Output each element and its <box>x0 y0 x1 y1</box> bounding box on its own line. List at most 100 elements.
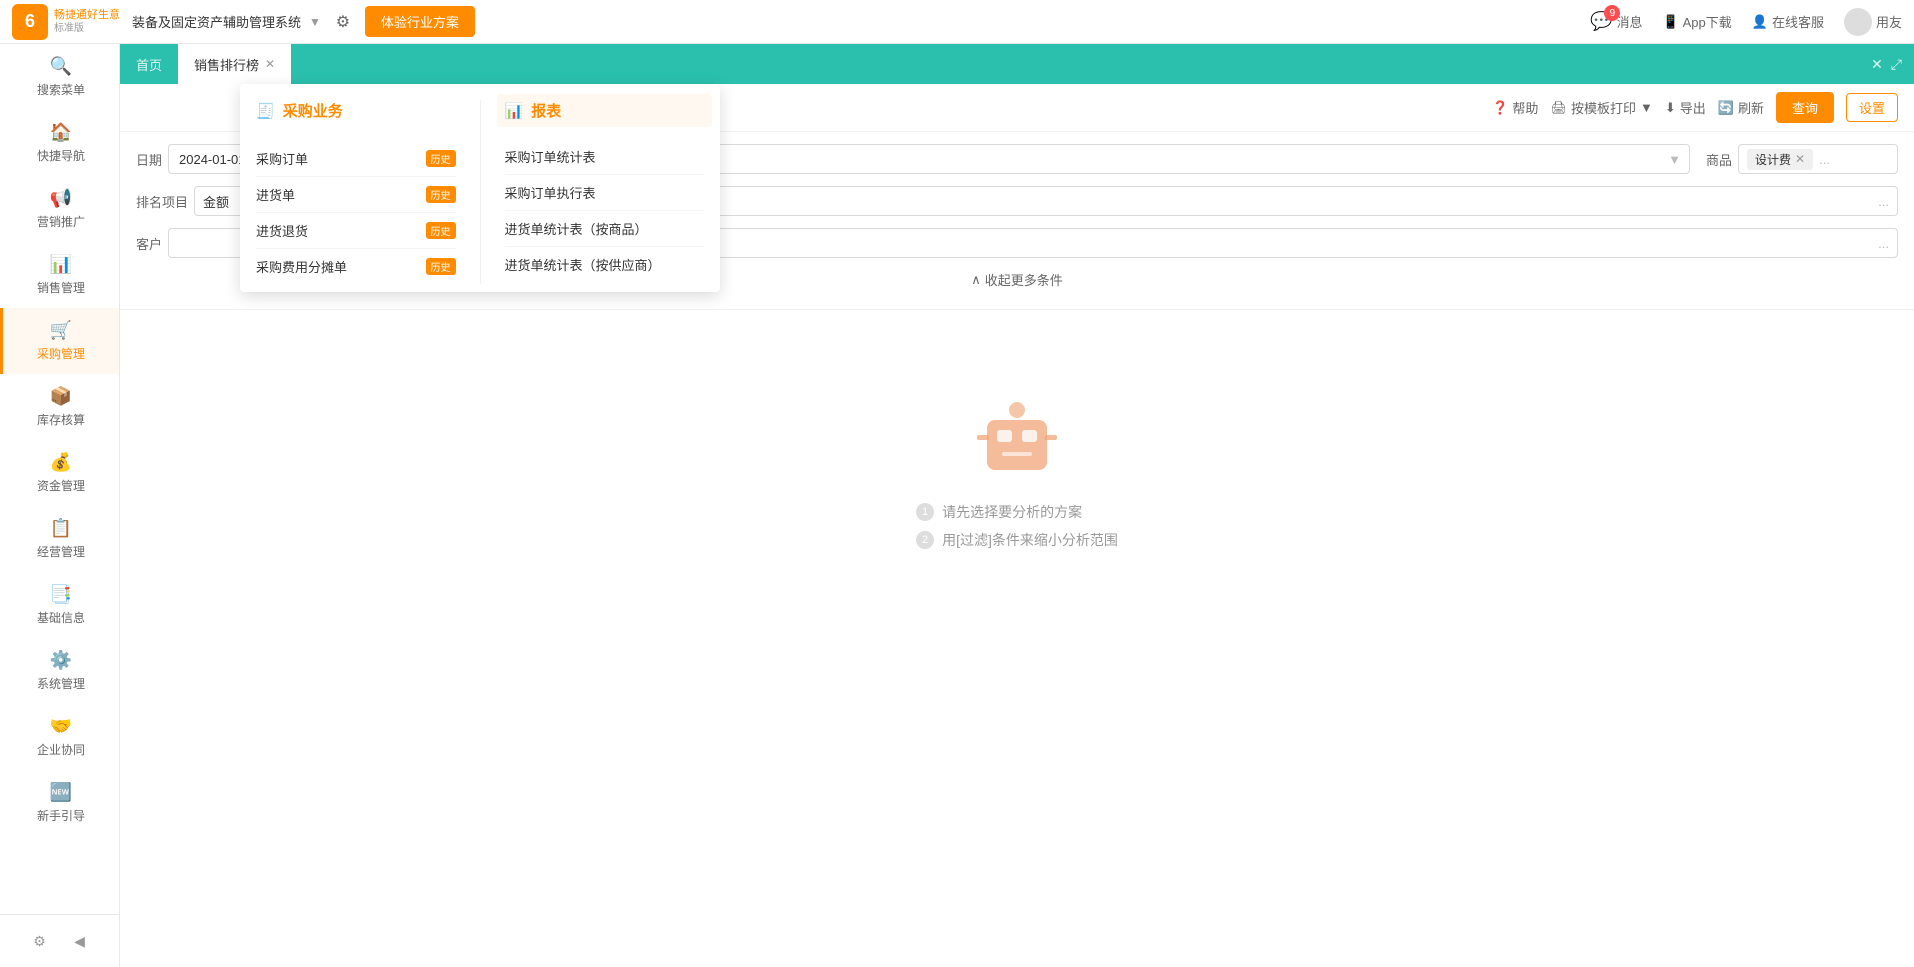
refresh-label: 刷新 <box>1738 98 1764 117</box>
collapse-icon: ∧ <box>971 272 981 288</box>
tab-home-label: 首页 <box>136 55 162 74</box>
staff-more-dots[interactable]: ... <box>1878 194 1889 209</box>
empty-illustration <box>957 390 1077 490</box>
collapse-label: 收起更多条件 <box>985 270 1063 289</box>
dropdown-item-report-1[interactable]: 采购订单执行表 <box>505 175 705 211</box>
sidebar-label-system: 系统管理 <box>37 675 85 692</box>
sidebar-settings-btn[interactable]: ⚙ <box>24 925 56 957</box>
tab-home[interactable]: 首页 <box>120 44 178 84</box>
print-label: 按模板打印 <box>1571 98 1636 117</box>
dropdown-report-label: 采购订单执行表 <box>505 183 596 202</box>
collab-icon: 🤝 <box>50 716 72 737</box>
tip-text-2: 用[过滤]条件来缩小分析范围 <box>942 530 1118 550</box>
search-icon: 🔍 <box>50 56 72 77</box>
dropdown-item-label: 采购订单 <box>256 149 308 168</box>
dropdown-report-label: 进货单统计表（按供应商） <box>505 255 661 274</box>
tab-close-icon[interactable]: ✕ <box>265 57 275 71</box>
dropdown-item-inbound[interactable]: 进货单 历史 <box>256 177 456 213</box>
goods-tag: 设计费 ✕ <box>1747 149 1813 170</box>
tab-sales-rank[interactable]: 销售排行榜 ✕ <box>178 44 291 84</box>
sidebar-label-guide: 新手引导 <box>37 807 85 824</box>
sidebar-label-sales: 销售管理 <box>37 279 85 296</box>
industry-button[interactable]: 体验行业方案 <box>365 6 475 37</box>
sidebar-item-sales[interactable]: 📊 销售管理 <box>0 242 119 308</box>
help-btn[interactable]: ❓ 帮助 <box>1492 98 1538 117</box>
goods-more-dots[interactable]: ... <box>1819 152 1830 167</box>
inventory-icon: 📦 <box>50 386 72 407</box>
dropdown-item-report-3[interactable]: 进货单统计表（按供应商） <box>505 247 705 282</box>
logo-area: 6 畅捷通好生意 标准版 <box>12 4 132 40</box>
service-icon: 👤 <box>1752 14 1768 30</box>
tab-sales-rank-label: 销售排行榜 <box>194 55 259 74</box>
sidebar-item-finance[interactable]: 💰 资金管理 <box>0 440 119 506</box>
dropdown-item-purchase-order[interactable]: 采购订单 历史 <box>256 141 456 177</box>
sidebar-item-baseinfo[interactable]: 📑 基础信息 <box>0 572 119 638</box>
online-service-label: 在线客服 <box>1772 12 1824 31</box>
goods-tag-close[interactable]: ✕ <box>1795 152 1805 166</box>
finance-icon: 💰 <box>50 452 72 473</box>
history-tag-2: 历史 <box>426 222 456 239</box>
status-dropdown-icon[interactable]: ▼ <box>1668 152 1681 167</box>
app-download-label: App下载 <box>1683 12 1732 31</box>
history-tag-1: 历史 <box>426 186 456 203</box>
dropdown-item-expense[interactable]: 采购费用分摊单 历史 <box>256 249 456 284</box>
tab-close-page-icon[interactable]: ✕ <box>1871 56 1883 73</box>
home-icon: 🏠 <box>50 122 72 143</box>
empty-state: 1 请先选择要分析的方案 2 用[过滤]条件来缩小分析范围 <box>120 310 1914 630</box>
print-template-btn[interactable]: 🖨 按模板打印 ▼ <box>1550 98 1652 117</box>
tip-item-1: 1 请先选择要分析的方案 <box>916 502 1118 522</box>
rank-label: 排名项目 <box>136 192 188 211</box>
settings-button[interactable]: 设置 <box>1846 93 1898 122</box>
settings-icon[interactable]: ⚙ <box>329 8 357 36</box>
sidebar-item-quicknav[interactable]: 🏠 快捷导航 <box>0 110 119 176</box>
sidebar-item-system[interactable]: ⚙️ 系统管理 <box>0 638 119 704</box>
purchase-icon: 🛒 <box>50 320 72 341</box>
refresh-btn[interactable]: 🔄 刷新 <box>1718 98 1764 117</box>
sidebar-item-marketing[interactable]: 📢 营销推广 <box>0 176 119 242</box>
messages-btn[interactable]: 💬 9 消息 <box>1590 11 1642 32</box>
sidebar-item-search[interactable]: 🔍 搜索菜单 <box>0 44 119 110</box>
goods-filter: 商品 设计费 ✕ ... <box>1706 144 1898 174</box>
sidebar-label-finance: 资金管理 <box>37 477 85 494</box>
dropdown-item-label: 进货退货 <box>256 221 308 240</box>
tip-text-1: 请先选择要分析的方案 <box>942 502 1082 522</box>
help-icon: ❓ <box>1492 100 1508 116</box>
sidebar-collapse-btn[interactable]: ◀ <box>64 925 96 957</box>
export-btn[interactable]: ⬇ 导出 <box>1665 98 1706 117</box>
customer-more-dots[interactable]: ... <box>1878 236 1889 251</box>
dropdown-reports-col: 📊 报表 采购订单统计表 采购订单执行表 进货单统计表（按商品） 进货单统计表（… <box>489 100 721 284</box>
online-service-btn[interactable]: 👤 在线客服 <box>1752 12 1824 31</box>
query-button[interactable]: 查询 <box>1776 92 1834 123</box>
main-layout: 🔍 搜索菜单 🏠 快捷导航 📢 营销推广 📊 销售管理 🛒 采购管理 📦 库存核… <box>0 44 1914 967</box>
refresh-icon: 🔄 <box>1718 100 1734 116</box>
sidebar-item-guide[interactable]: 🆕 新手引导 <box>0 770 119 836</box>
dropdown-item-report-0[interactable]: 采购订单统计表 <box>505 139 705 175</box>
reports-title-text: 报表 <box>531 100 561 121</box>
date-label: 日期 <box>136 150 162 169</box>
logo-icon: 6 <box>12 4 48 40</box>
tab-fullscreen-icon[interactable]: ⤢ <box>1891 56 1902 73</box>
tip-item-2: 2 用[过滤]条件来缩小分析范围 <box>916 530 1118 550</box>
sidebar-item-collab[interactable]: 🤝 企业协同 <box>0 704 119 770</box>
user-area[interactable]: 用友 <box>1844 8 1902 36</box>
sidebar-label-inventory: 库存核算 <box>37 411 85 428</box>
app-download-btn[interactable]: 📱 App下载 <box>1662 12 1731 31</box>
customer-label: 客户 <box>136 234 162 253</box>
history-tag-3: 历史 <box>426 258 456 275</box>
user-label: 用友 <box>1876 12 1902 31</box>
sidebar-label-collab: 企业协同 <box>37 741 85 758</box>
marketing-icon: 📢 <box>50 188 72 209</box>
dropdown-arrow-icon[interactable]: ▼ <box>309 15 321 29</box>
content-area: 首页 销售排行榜 ✕ ✕ ⤢ 🧾 采购业务 采购订单 <box>120 44 1914 967</box>
dropdown-item-return[interactable]: 进货退货 历史 <box>256 213 456 249</box>
dropdown-item-label: 采购费用分摊单 <box>256 257 347 276</box>
message-icon: 💬 9 <box>1590 11 1612 32</box>
sidebar-item-purchase[interactable]: 🛒 采购管理 <box>0 308 119 374</box>
dropdown-item-report-2[interactable]: 进货单统计表（按商品） <box>505 211 705 247</box>
empty-icon-svg <box>957 390 1077 490</box>
tab-bar: 首页 销售排行榜 ✕ ✕ ⤢ 🧾 采购业务 采购订单 <box>120 44 1914 84</box>
sidebar-item-operations[interactable]: 📋 经营管理 <box>0 506 119 572</box>
top-header: 6 畅捷通好生意 标准版 装备及固定资产辅助管理系统 ▼ ⚙ 体验行业方案 💬 … <box>0 0 1914 44</box>
tip-num-1: 1 <box>916 503 934 521</box>
sidebar-item-inventory[interactable]: 📦 库存核算 <box>0 374 119 440</box>
